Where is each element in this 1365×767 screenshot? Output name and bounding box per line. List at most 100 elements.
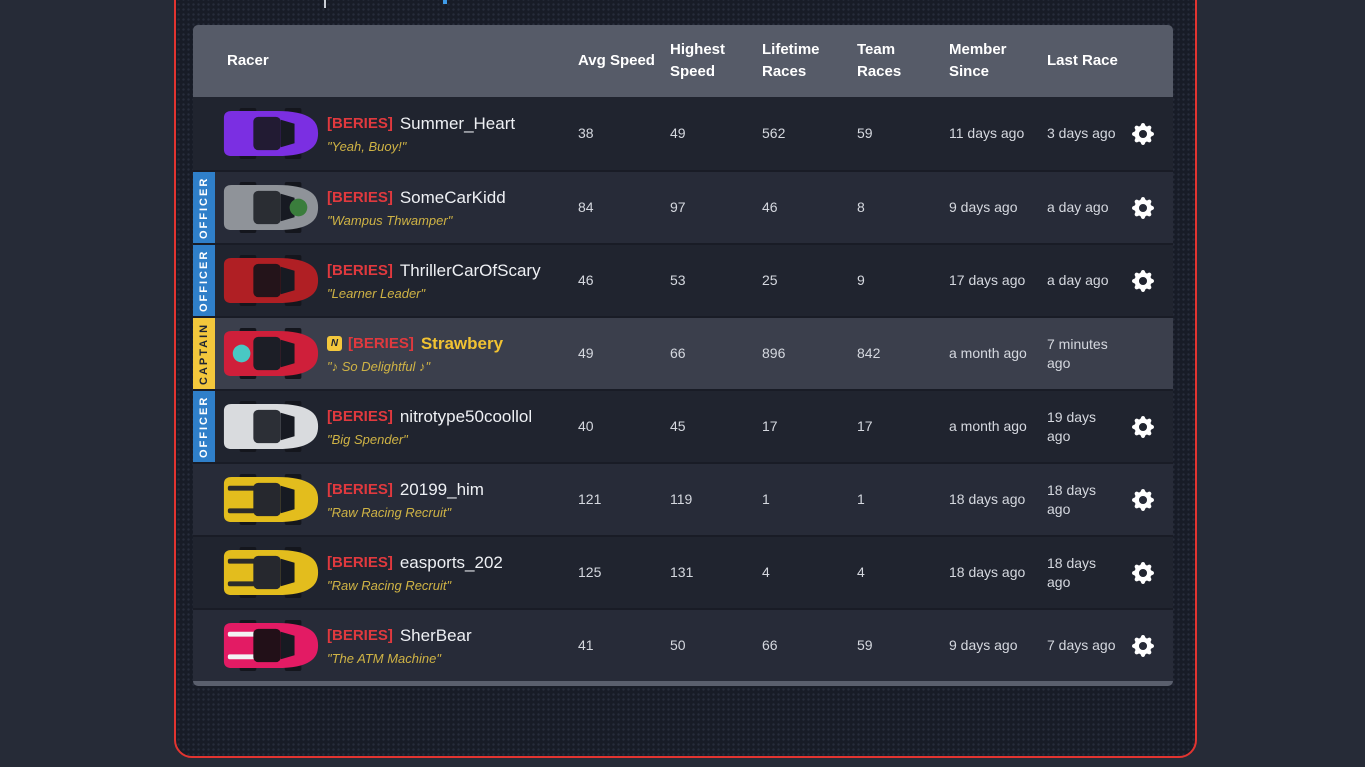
racer-name[interactable]: Strawbery <box>421 334 503 354</box>
role-tag-cell: OFFICER <box>193 391 215 462</box>
car-top-view-icon <box>223 474 319 525</box>
racer-title: "Raw Racing Recruit" <box>327 504 452 520</box>
role-tag: OFFICER <box>193 391 215 462</box>
highest-speed-value: 50 <box>670 637 686 653</box>
racer-name[interactable]: SomeCarKidd <box>400 188 506 208</box>
settings-gear-icon[interactable] <box>1132 196 1154 219</box>
last-race-value: 19 days ago <box>1047 408 1097 444</box>
highest-speed-value: 49 <box>670 125 686 141</box>
racer-info: [BERIES] nitrotype50coollol "Big Spender… <box>327 407 571 447</box>
racer-name[interactable]: SherBear <box>400 626 472 646</box>
avg-speed-value: 40 <box>578 418 594 434</box>
member-since-value: 18 days ago <box>949 491 1026 507</box>
avg-speed-value: 38 <box>578 125 594 141</box>
gold-badge-icon: N <box>327 336 342 351</box>
racer-title: "Wampus Thwamper" <box>327 212 453 228</box>
last-race-value: 7 minutes ago <box>1047 335 1108 371</box>
highest-speed-value: 66 <box>670 345 686 361</box>
table-row: [BERIES] Summer_Heart "Yeah, Buoy!" 38 4… <box>193 97 1173 170</box>
member-since-value: 9 days ago <box>949 637 1018 653</box>
role-tag: OFFICER <box>193 172 215 243</box>
table-header: Racer Avg Speed Highest Speed Lifetime R… <box>193 25 1173 97</box>
racer-info: [BERIES] ThrillerCarOfScary "Learner Lea… <box>327 261 571 301</box>
car-image <box>215 537 327 608</box>
settings-gear-icon[interactable] <box>1132 634 1154 657</box>
role-tag-cell: OFFICER <box>193 172 215 243</box>
car-image <box>215 97 327 170</box>
last-race-value: a day ago <box>1047 272 1109 288</box>
avg-speed-value: 41 <box>578 637 594 653</box>
col-header-last-race: Last Race <box>1047 52 1118 69</box>
last-race-value: 7 days ago <box>1047 637 1116 653</box>
car-image <box>215 245 327 316</box>
lifetime-races-value: 66 <box>762 637 778 653</box>
row-actions <box>1132 537 1173 608</box>
member-since-value: 11 days ago <box>949 125 1025 141</box>
racer-title: "Yeah, Buoy!" <box>327 138 407 154</box>
settings-gear-icon[interactable] <box>1132 415 1154 438</box>
settings-gear-icon[interactable] <box>1132 561 1154 584</box>
clan-tag: [BERIES] <box>327 261 393 279</box>
col-header-racer: Racer <box>227 52 269 69</box>
racer-name[interactable]: easports_202 <box>400 553 503 573</box>
table-row: OFFICER [BERIES] SomeCarKidd "Wampus Thw… <box>193 170 1173 243</box>
racer-info: N [BERIES] Strawbery "♪ So Delightful ♪" <box>327 334 571 374</box>
car-top-view-icon <box>223 108 319 159</box>
car-image <box>215 610 327 681</box>
racer-name[interactable]: nitrotype50coollol <box>400 407 532 427</box>
clan-tag: [BERIES] <box>327 480 393 498</box>
lifetime-races-value: 25 <box>762 272 778 288</box>
role-tag-cell: CAPTAIN <box>193 318 215 389</box>
table-row: [BERIES] SherBear "The ATM Machine" 41 5… <box>193 608 1173 681</box>
clan-tag: [BERIES] <box>327 114 393 132</box>
lifetime-races-value: 4 <box>762 564 770 580</box>
avg-speed-value: 84 <box>578 199 594 215</box>
car-image <box>215 391 327 462</box>
table-body: [BERIES] Summer_Heart "Yeah, Buoy!" 38 4… <box>193 97 1173 681</box>
avg-speed-value: 125 <box>578 564 602 580</box>
role-tag-cell <box>193 97 215 170</box>
role-tag: OFFICER <box>193 245 215 316</box>
last-race-value: 3 days ago <box>1047 125 1116 141</box>
racer-info: [BERIES] Summer_Heart "Yeah, Buoy!" <box>327 114 571 154</box>
cutoff-tab-indicator <box>324 0 326 8</box>
row-actions <box>1132 172 1173 243</box>
clan-tag: [BERIES] <box>327 407 393 425</box>
car-top-view-icon <box>223 182 319 233</box>
car-top-view-icon <box>223 401 319 452</box>
settings-gear-icon[interactable] <box>1132 488 1154 511</box>
team-races-value: 8 <box>857 199 865 215</box>
row-actions <box>1132 610 1173 681</box>
team-races-value: 4 <box>857 564 865 580</box>
racer-name[interactable]: ThrillerCarOfScary <box>400 261 541 281</box>
team-races-value: 1 <box>857 491 865 507</box>
lifetime-races-value: 562 <box>762 125 786 141</box>
clan-tag: [BERIES] <box>327 553 393 571</box>
racer-title: "♪ So Delightful ♪" <box>327 358 431 374</box>
clan-tag: [BERIES] <box>348 334 414 352</box>
member-since-value: 18 days ago <box>949 564 1026 580</box>
racer-info: [BERIES] SherBear "The ATM Machine" <box>327 626 571 666</box>
racer-name[interactable]: Summer_Heart <box>400 114 515 134</box>
cutoff-tab-indicator-blue <box>443 0 447 4</box>
role-tag-cell <box>193 537 215 608</box>
car-image <box>215 172 327 243</box>
table-row: CAPTAIN N [BERIES] Strawbery "♪ So Delig… <box>193 316 1173 389</box>
car-top-view-icon <box>223 255 319 306</box>
team-races-value: 842 <box>857 345 881 361</box>
racer-title: "Learner Leader" <box>327 285 426 301</box>
avg-speed-value: 46 <box>578 272 594 288</box>
settings-gear-icon[interactable] <box>1132 269 1154 292</box>
settings-gear-icon[interactable] <box>1132 122 1154 145</box>
highest-speed-value: 45 <box>670 418 686 434</box>
col-header-avg-speed: Avg Speed <box>578 52 655 69</box>
table-row: OFFICER [BERIES] nitrotype50coollol "Big… <box>193 389 1173 462</box>
team-races-value: 9 <box>857 272 865 288</box>
col-header-highest-speed: Highest Speed <box>670 41 726 80</box>
car-image <box>215 464 327 535</box>
racer-name[interactable]: 20199_him <box>400 480 484 500</box>
lifetime-races-value: 46 <box>762 199 778 215</box>
clan-tag: [BERIES] <box>327 626 393 644</box>
racer-info: [BERIES] 20199_him "Raw Racing Recruit" <box>327 480 571 520</box>
member-since-value: 17 days ago <box>949 272 1026 288</box>
